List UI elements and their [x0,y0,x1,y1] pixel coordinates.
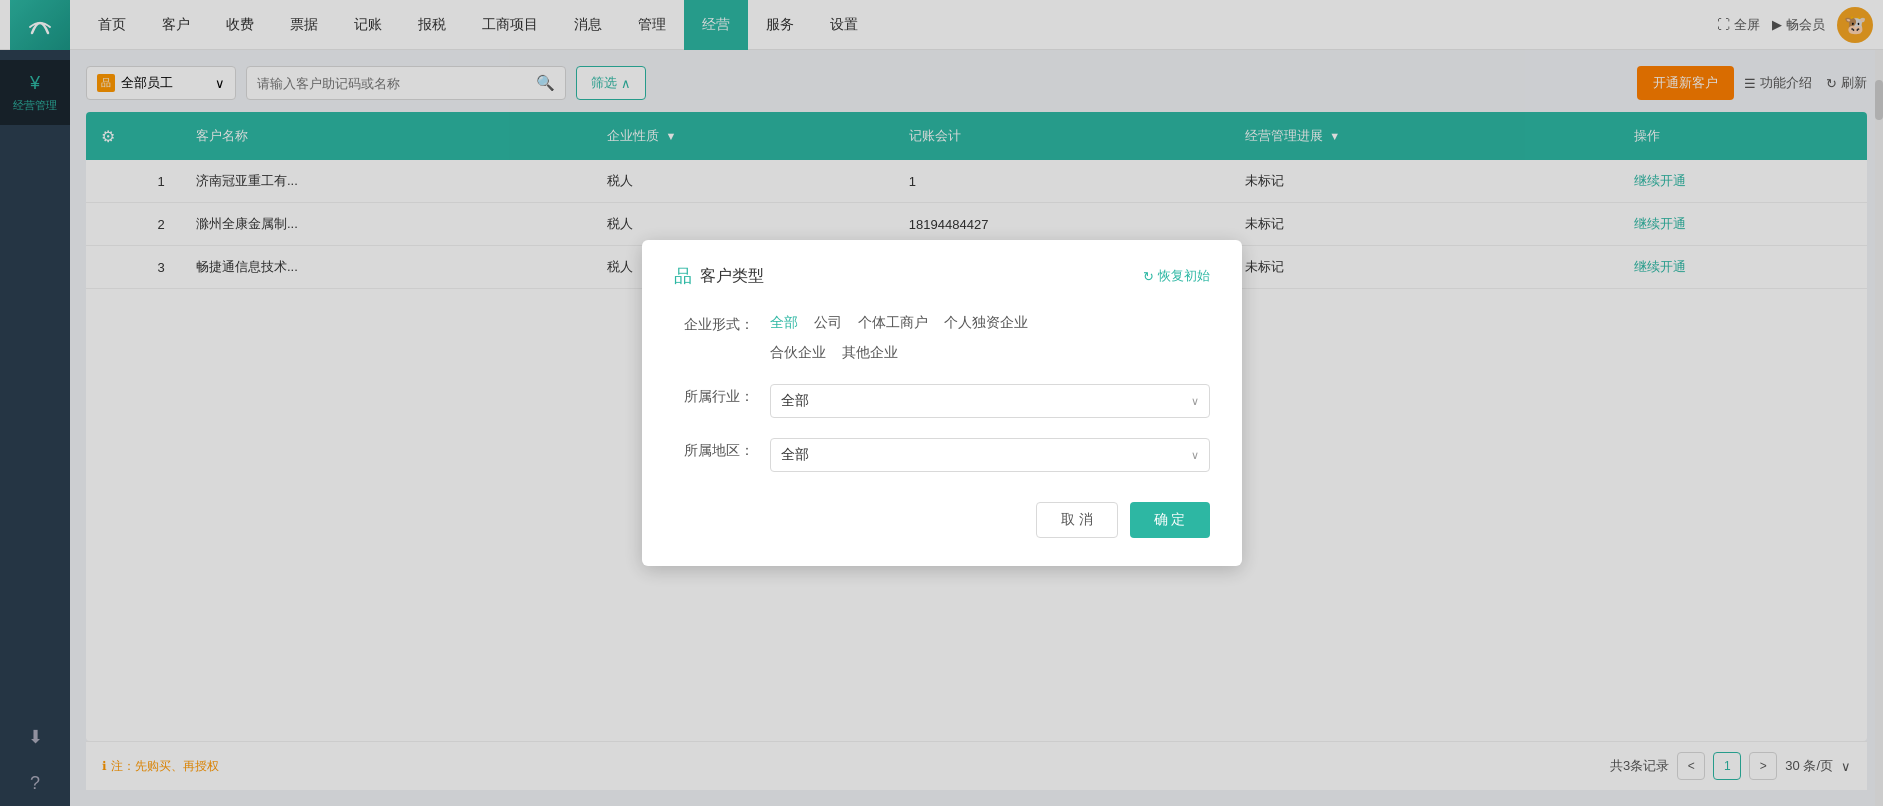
region-label: 所属地区： [674,438,754,460]
dialog-header: 品 客户类型 ↻ 恢复初始 [674,264,1210,288]
confirm-button[interactable]: 确 定 [1130,502,1210,538]
industry-label: 所属行业： [674,384,754,406]
region-row: 所属地区： 全部 ∨ [674,438,1210,472]
filter-dialog: 品 客户类型 ↻ 恢复初始 企业形式： 全部公司个体工商户个人独资企业合伙企业其… [642,240,1242,566]
industry-row: 所属行业： 全部 ∨ [674,384,1210,418]
enterprise-row: 企业形式： 全部公司个体工商户个人独资企业合伙企业其他企业 [674,312,1210,364]
region-select[interactable]: 全部 ∨ [770,438,1210,472]
region-chevron-icon: ∨ [1191,449,1199,462]
enterprise-option-all[interactable]: 全部 [770,312,798,334]
enterprise-options: 全部公司个体工商户个人独资企业合伙企业其他企业 [770,312,1210,364]
enterprise-option-company[interactable]: 公司 [814,312,842,334]
overlay: 品 客户类型 ↻ 恢复初始 企业形式： 全部公司个体工商户个人独资企业合伙企业其… [0,0,1883,806]
dialog-title: 品 客户类型 [674,264,764,288]
dialog-footer: 取 消 确 定 [674,502,1210,538]
enterprise-label: 企业形式： [674,312,754,334]
region-value: 全部 [781,446,809,464]
industry-value: 全部 [781,392,809,410]
reset-icon: ↻ [1143,269,1154,284]
reset-link[interactable]: ↻ 恢复初始 [1143,267,1210,285]
cancel-button[interactable]: 取 消 [1036,502,1118,538]
enterprise-option-sole[interactable]: 个人独资企业 [944,312,1028,334]
enterprise-option-other[interactable]: 其他企业 [842,342,898,364]
industry-chevron-icon: ∨ [1191,395,1199,408]
dialog-title-text: 客户类型 [700,266,764,287]
industry-select[interactable]: 全部 ∨ [770,384,1210,418]
enterprise-option-individual[interactable]: 个体工商户 [858,312,928,334]
reset-label: 恢复初始 [1158,267,1210,285]
enterprise-option-partnership[interactable]: 合伙企业 [770,342,826,364]
dialog-title-icon: 品 [674,264,692,288]
